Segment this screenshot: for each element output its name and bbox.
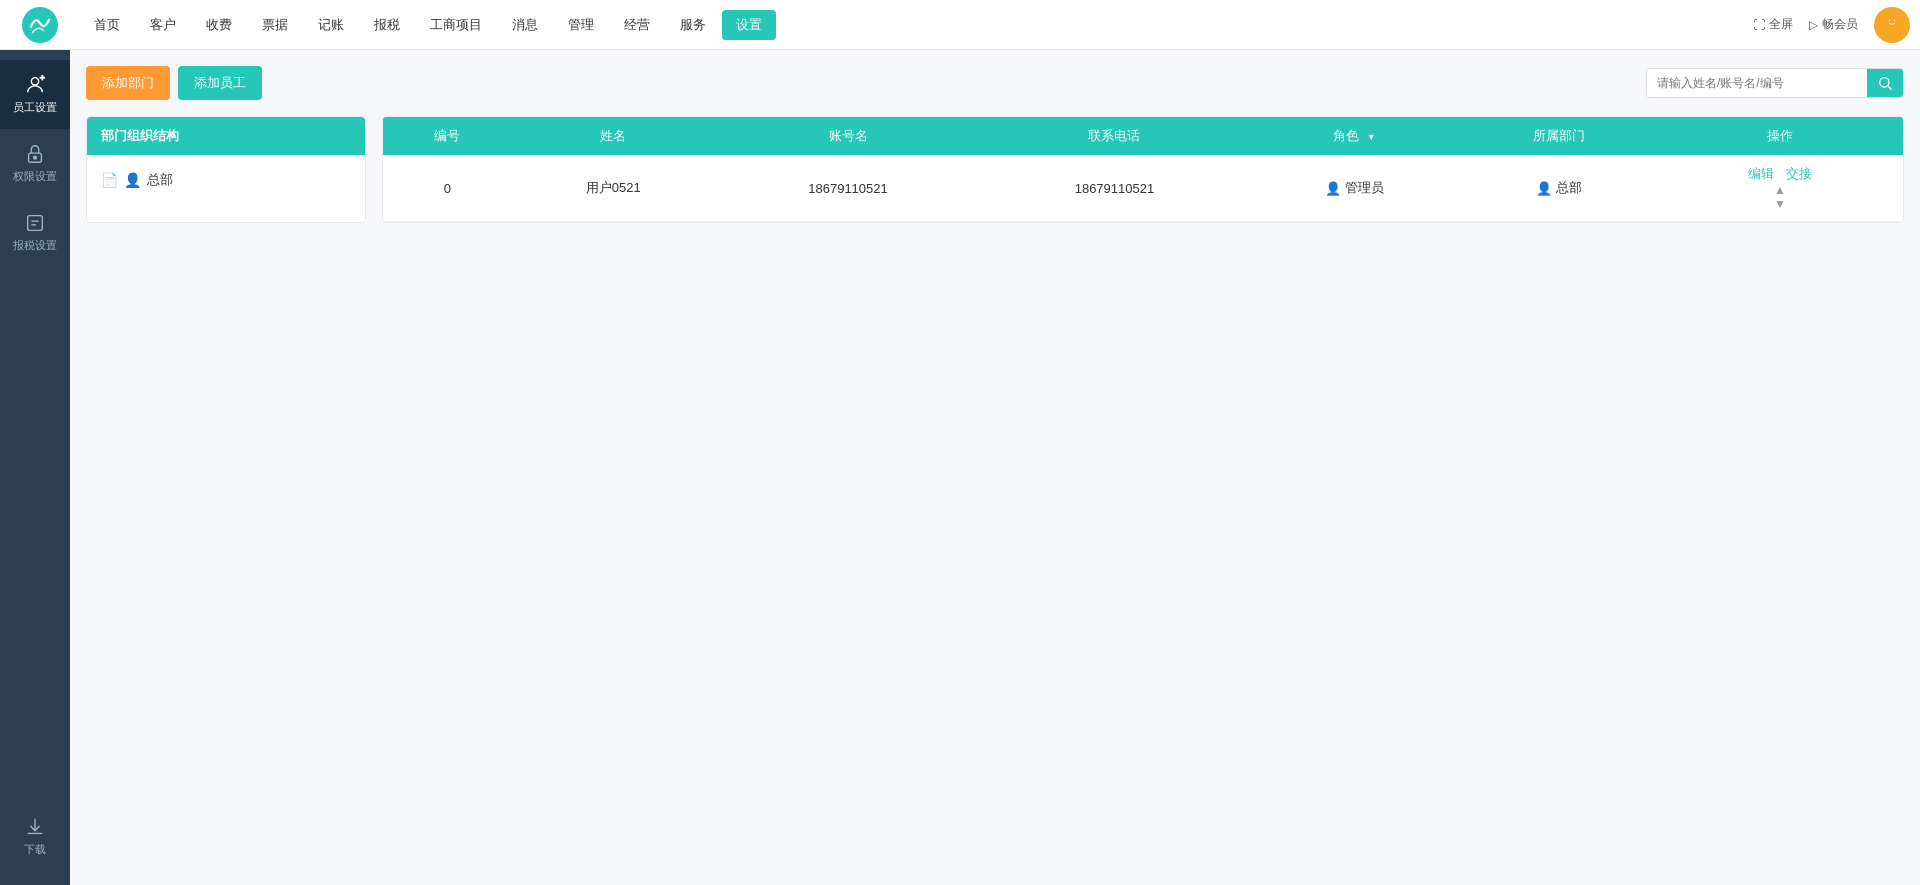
nav-item-收费[interactable]: 收费 [192,10,246,40]
svg-point-3 [1889,19,1891,21]
nav-item-记账[interactable]: 记账 [304,10,358,40]
search-button[interactable] [1867,69,1903,97]
top-nav: 首页客户收费票据记账报税工商项目消息管理经营服务设置 ⛶ 全屏 ▷ 畅会员 [0,0,1920,50]
nav-item-首页[interactable]: 首页 [80,10,134,40]
sidebar-download-button[interactable]: 下载 [0,804,70,869]
sidebar: 员工设置 权限设置 报税设置 下载 [0,50,70,885]
cell-phone: 18679110521 [981,155,1247,222]
svg-point-4 [1894,19,1896,21]
sidebar-item-employee-label: 员工设置 [13,100,57,115]
svg-point-1 [1886,15,1898,27]
scroll-arrows[interactable]: ▲▼ [1669,183,1891,211]
nav-item-报税[interactable]: 报税 [360,10,414,40]
nav-right: ⛶ 全屏 ▷ 畅会员 [1753,7,1910,43]
cell-name: 用户0521 [512,155,715,222]
content-area: 添加部门 添加员工 部门组织结构 📄 👤 [70,50,1920,885]
col-name: 姓名 [512,117,715,155]
transfer-link[interactable]: 交接 [1786,166,1812,181]
nav-item-票据[interactable]: 票据 [248,10,302,40]
col-id: 编号 [383,117,512,155]
dept-tree: 部门组织结构 📄 👤 总部 [86,116,366,223]
dept-tree-header: 部门组织结构 [87,117,365,155]
col-dept: 所属部门 [1461,117,1657,155]
cell-account: 18679110521 [715,155,981,222]
add-dept-button[interactable]: 添加部门 [86,66,170,100]
nav-item-服务[interactable]: 服务 [666,10,720,40]
avatar[interactable] [1874,7,1910,43]
employee-area: 部门组织结构 📄 👤 总部 编号 [86,116,1904,223]
edit-link[interactable]: 编辑 [1748,166,1774,181]
svg-point-9 [34,156,37,159]
svg-point-13 [1880,78,1889,87]
file-icon: 📄 [101,172,118,188]
sidebar-item-permissions[interactable]: 权限设置 [0,129,70,198]
dept-item-general[interactable]: 📄 👤 总部 [97,165,355,195]
search-input[interactable] [1647,70,1867,96]
nav-item-设置[interactable]: 设置 [722,10,776,40]
nav-item-管理[interactable]: 管理 [554,10,608,40]
sidebar-bottom: 下载 [0,804,70,885]
svg-line-14 [1888,86,1892,90]
nav-item-工商项目[interactable]: 工商项目 [416,10,496,40]
search-icon [1877,75,1893,91]
cell-dept: 👤 总部 [1461,155,1657,222]
cell-actions: 编辑 交接 ▲▼ [1657,155,1903,222]
sidebar-download-label: 下载 [24,842,46,857]
nav-item-消息[interactable]: 消息 [498,10,552,40]
vip-label: 畅会员 [1822,16,1858,33]
col-account: 账号名 [715,117,981,155]
fullscreen-label: 全屏 [1769,16,1793,33]
col-role: 角色 ▼ [1248,117,1462,155]
vip-icon: ▷ [1809,18,1818,32]
dept-user-icon: 👤 [124,172,141,188]
search-area [1646,68,1904,98]
sidebar-item-tax-label: 报税设置 [13,238,57,253]
vip-button[interactable]: ▷ 畅会员 [1809,16,1858,33]
role-sort-icon[interactable]: ▼ [1367,132,1376,142]
dept-item-label: 总部 [147,171,173,189]
col-phone: 联系电话 [981,117,1247,155]
add-emp-button[interactable]: 添加员工 [178,66,262,100]
nav-item-客户[interactable]: 客户 [136,10,190,40]
employee-table: 编号 姓名 账号名 联系电话 角 [383,117,1903,222]
svg-rect-10 [28,216,43,231]
cell-role: 👤 管理员 [1248,155,1462,222]
fullscreen-icon: ⛶ [1753,18,1765,32]
logo [10,7,70,43]
sidebar-item-permissions-label: 权限设置 [13,169,57,184]
cell-id: 0 [383,155,512,222]
dept-badge-icon: 👤 [1536,181,1552,196]
table-row: 0 用户0521 18679110521 18679110521 👤 管理员 👤… [383,155,1903,222]
svg-point-2 [1883,29,1901,39]
col-action: 操作 [1657,117,1903,155]
nav-menu: 首页客户收费票据记账报税工商项目消息管理经营服务设置 [80,10,1753,40]
sidebar-item-employee[interactable]: 员工设置 [0,60,70,129]
employee-table-wrapper: 编号 姓名 账号名 联系电话 角 [382,116,1904,223]
dept-tree-body: 📄 👤 总部 [87,155,365,205]
main-layout: 员工设置 权限设置 报税设置 下载 [0,50,1920,885]
fullscreen-button[interactable]: ⛶ 全屏 [1753,16,1793,33]
sidebar-item-tax[interactable]: 报税设置 [0,198,70,267]
nav-item-经营[interactable]: 经营 [610,10,664,40]
table-header-row: 编号 姓名 账号名 联系电话 角 [383,117,1903,155]
svg-point-5 [31,78,38,85]
role-user-icon: 👤 [1325,181,1341,196]
toolbar: 添加部门 添加员工 [86,66,1904,100]
